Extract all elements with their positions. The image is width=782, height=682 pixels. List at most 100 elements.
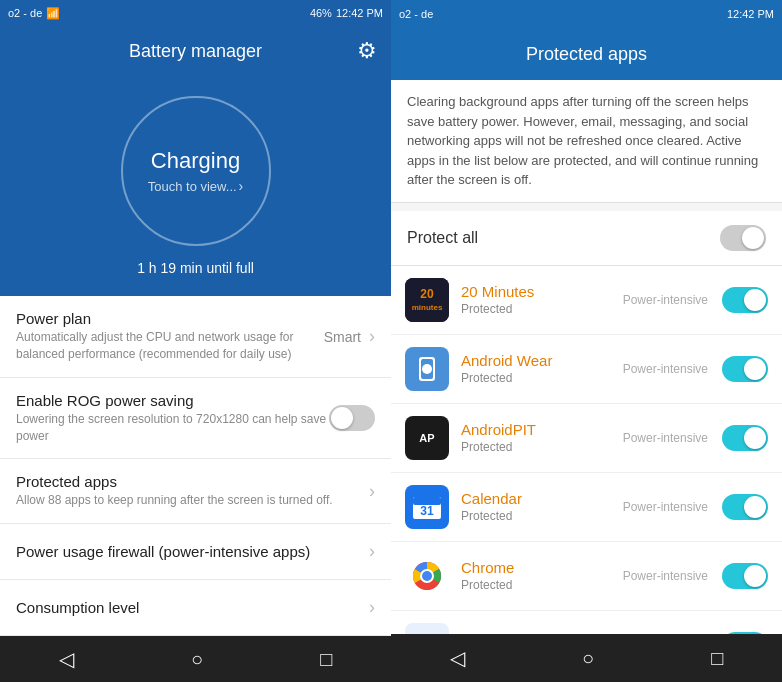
right-panel: o2 - de 12:42 PM Protected apps Clearing… [391,0,782,682]
power-plan-value: Smart [324,329,361,345]
app-info-20min: 20 Minutes Protected [461,283,611,316]
recents-button[interactable]: □ [300,640,352,679]
consumption-content: Consumption level [16,599,369,616]
app-icon-cloudprint: ☁ [405,623,449,635]
list-item[interactable]: Android Wear Protected Power-intensive [391,335,782,404]
list-item[interactable]: 31 Calendar Protected Power-intensive [391,473,782,542]
power-plan-content: Power plan Automatically adjust the CPU … [16,310,324,363]
app-right-androidwear: Power-intensive [623,356,768,382]
list-item[interactable]: AP AndroidPIT Protected Power-intensive [391,404,782,473]
app-name-20min: 20 Minutes [461,283,611,300]
info-text: Clearing background apps after turning o… [407,94,758,187]
left-carrier: o2 - de 📶 [8,7,60,20]
right-carrier-text: o2 - de [399,8,433,20]
app-info-calendar: Calendar Protected [461,490,611,523]
menu-item-firewall[interactable]: Power usage firewall (power-intensive ap… [0,524,391,580]
app-status-androidwear: Protected [461,371,611,385]
power-label-calendar: Power-intensive [623,500,708,514]
power-label-chrome: Power-intensive [623,569,708,583]
home-button[interactable]: ○ [171,640,223,679]
menu-item-rog-saving[interactable]: Enable ROG power saving Lowering the scr… [0,378,391,460]
protect-all-toggle[interactable] [720,225,766,251]
protected-apps-chevron-icon: › [369,481,375,502]
protect-all-row[interactable]: Protect all [391,211,782,266]
carrier-text: o2 - de [8,7,42,19]
left-status-right: 46% 12:42 PM [310,7,383,19]
touch-arrow-icon: › [239,178,244,194]
app-toggle-chrome[interactable] [722,563,768,589]
svg-text:31: 31 [420,504,434,518]
rog-saving-content: Enable ROG power saving Lowering the scr… [16,392,329,445]
firewall-content: Power usage firewall (power-intensive ap… [16,543,369,560]
app-right-chrome: Power-intensive [623,563,768,589]
menu-list: Power plan Automatically adjust the CPU … [0,296,391,636]
app-toggle-20min[interactable] [722,287,768,313]
power-label-androidpit: Power-intensive [623,431,708,445]
left-title: Battery manager [129,41,262,62]
consumption-chevron-icon: › [369,597,375,618]
firewall-chevron-icon: › [369,541,375,562]
right-back-button[interactable]: ◁ [430,638,485,678]
left-nav-bar: ◁ ○ □ [0,636,391,682]
app-name-calendar: Calendar [461,490,611,507]
rog-saving-toggle[interactable] [329,405,375,431]
right-recents-button[interactable]: □ [691,639,743,678]
app-right-androidpit: Power-intensive [623,425,768,451]
list-item[interactable]: Chrome Protected Power-intensive [391,542,782,611]
apps-list: 20 minutes 20 Minutes Protected Power-in… [391,266,782,635]
app-name-androidwear: Android Wear [461,352,611,369]
svg-text:20: 20 [420,287,434,301]
back-button[interactable]: ◁ [39,639,94,679]
charging-circle[interactable]: Charging Touch to view... › [121,96,271,246]
right-time: 12:42 PM [727,8,774,20]
menu-item-power-plan[interactable]: Power plan Automatically adjust the CPU … [0,296,391,378]
app-right-calendar: Power-intensive [623,494,768,520]
app-status-chrome: Protected [461,578,611,592]
app-info-chrome: Chrome Protected [461,559,611,592]
protected-apps-content: Protected apps Allow 88 apps to keep run… [16,473,369,509]
app-info-androidpit: AndroidPIT Protected [461,421,611,454]
app-toggle-calendar[interactable] [722,494,768,520]
touch-view[interactable]: Touch to view... › [148,178,244,194]
app-status-20min: Protected [461,302,611,316]
app-icon-20min: 20 minutes [405,278,449,322]
menu-item-protected-apps[interactable]: Protected apps Allow 88 apps to keep run… [0,459,391,524]
wifi-icon: 📶 [46,7,60,20]
left-top-bar: Battery manager ⚙ [0,27,391,77]
power-plan-chevron-icon: › [369,326,375,347]
svg-text:AP: AP [419,432,434,444]
right-home-button[interactable]: ○ [562,639,614,678]
app-status-androidpit: Protected [461,440,611,454]
power-plan-title: Power plan [16,310,324,327]
svg-point-6 [422,364,432,374]
app-name-chrome: Chrome [461,559,611,576]
charging-area: Charging Touch to view... › 1 h 19 min u… [0,76,391,286]
app-info-androidwear: Android Wear Protected [461,352,611,385]
svg-text:minutes: minutes [412,303,443,312]
app-status-calendar: Protected [461,509,611,523]
right-top-bar: Protected apps [391,28,782,80]
touch-label: Touch to view... [148,179,237,194]
settings-icon[interactable]: ⚙ [357,38,377,64]
power-plan-right: Smart › [324,326,375,347]
consumption-title: Consumption level [16,599,369,616]
app-icon-androidpit: AP [405,416,449,460]
app-right-20min: Power-intensive [623,287,768,313]
rog-saving-desc: Lowering the screen resolution to 720x12… [16,411,329,445]
app-icon-calendar: 31 [405,485,449,529]
info-box: Clearing background apps after turning o… [391,80,782,203]
menu-item-consumption[interactable]: Consumption level › [0,580,391,636]
left-status-bar: o2 - de 📶 46% 12:42 PM [0,0,391,27]
app-toggle-androidwear[interactable] [722,356,768,382]
battery-percent: 46% [310,7,332,19]
right-status-bar: o2 - de 12:42 PM [391,0,782,28]
app-toggle-androidpit[interactable] [722,425,768,451]
app-right-cloudprint [722,632,768,635]
app-toggle-cloudprint[interactable] [722,632,768,635]
time-until-full: 1 h 19 min until full [137,260,254,276]
protect-all-label: Protect all [407,229,478,247]
list-item[interactable]: ☁ Cloud Print [391,611,782,635]
app-icon-androidwear [405,347,449,391]
list-item[interactable]: 20 minutes 20 Minutes Protected Power-in… [391,266,782,335]
left-panel: o2 - de 📶 46% 12:42 PM Battery manager ⚙… [0,0,391,682]
